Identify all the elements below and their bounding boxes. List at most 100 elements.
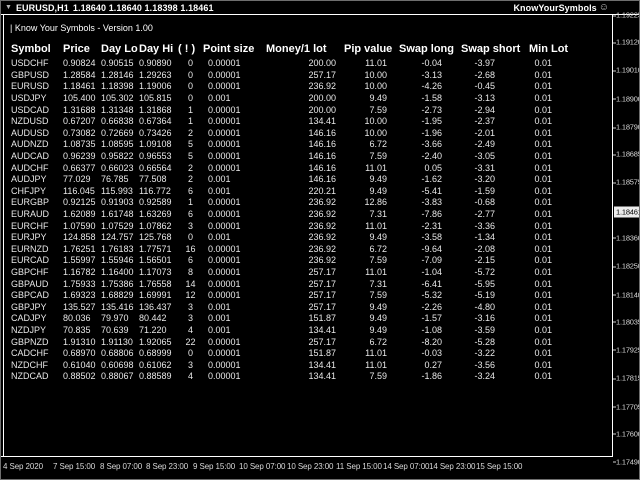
value-cell: -0.04 [421,58,442,69]
value-cell: -1.08 [421,324,442,335]
time-axis-label: 8 Sep 07:00 [100,462,143,471]
value-cell: -1.62 [421,174,442,185]
value-cell: 0.67207 [63,116,96,127]
value-cell: 0.91903 [101,197,134,208]
symbol-cell: AUDNZD [11,139,49,150]
table-row: EURJPY 124.858 124.757 125.768 0 0.001 236.92 9… [11,232,552,244]
value-cell: 7.59 [369,371,387,382]
value-cell: 9.49 [369,185,387,196]
column-header: Money/1 lot [266,43,327,55]
value-cell: 257.17 [308,69,336,80]
value-cell: 1.09108 [139,139,172,150]
value-cell: 0.90824 [63,58,96,69]
value-cell: 0.01 [534,58,552,69]
value-cell: 257.17 [308,290,336,301]
time-axis-label: 14 Sep 23:00 [429,462,476,471]
column-header: Swap long [399,43,454,55]
value-cell: 7.59 [369,290,387,301]
value-cell: 11.01 [365,162,387,173]
value-cell: 1.91130 [101,336,133,347]
value-cell: 0 [187,69,193,80]
symbol-cell: GBPJPY [11,301,47,312]
table-row: USDJPY 105.400 105.302 105.815 0 0.001 200.00 9… [11,93,552,105]
value-cell: 0.00001 [208,209,241,220]
symbol-cell: NZDUSD [11,116,49,127]
value-cell: -2.15 [474,255,495,266]
value-cell: 77.029 [63,174,91,185]
symbol-cell: NZDCAD [11,371,49,382]
value-cell: 79.970 [101,313,129,324]
value-cell: 7.31 [369,278,387,289]
symbol-cell: NZDCHF [11,359,48,370]
time-axis[interactable]: 4 Sep 2020 7 Sep 15:00 8 Sep 07:00 8 Sep 23… [1,457,612,479]
value-cell: 134.41 [308,371,336,382]
value-cell: -2.40 [421,151,442,162]
value-cell: 1.62089 [63,209,96,220]
price-axis-label: 1.18250 [613,261,640,271]
table-row: EURUSD 1.18461 1.18398 1.19006 0 0.00001 236.9… [11,81,552,93]
value-cell: 7.59 [369,104,387,115]
value-cell: 1.76558 [139,278,172,289]
value-cell: 1.91310 [63,336,96,347]
table-row: GBPJPY 135.527 135.416 136.437 3 0.001 257.17 9… [11,301,552,313]
time-axis-label: 4 Sep 2020 [3,462,43,471]
value-cell: -3.56 [474,359,495,370]
value-cell: 135.527 [63,301,96,312]
table-row: NZDCHF 0.61040 0.60698 0.61062 3 0.00001 134.4… [11,359,552,371]
value-cell: 0.01 [534,371,552,382]
value-cell: 3 [187,220,193,231]
value-cell: 0.01 [534,255,552,266]
value-cell: 0.27 [424,359,442,370]
value-cell: 257.17 [308,336,336,347]
table-row: EURNZD 1.76251 1.76183 1.77571 16 0.00001 236.… [11,244,552,256]
value-cell: 0.68999 [139,348,172,359]
value-cell: -2.01 [474,127,495,138]
chart-title-bar[interactable]: ▼ EURUSD,H1 1.18640 1.18640 1.18398 1.18… [1,1,639,15]
table-row: EURGBP 0.92125 0.91903 0.92589 1 0.00001 236.9… [11,197,552,209]
value-cell: -2.26 [421,301,442,312]
value-cell: 124.757 [101,232,134,243]
value-cell: -1.58 [421,93,442,104]
value-cell: 0.01 [534,290,552,301]
price-axis-label: 1.17925 [613,345,640,355]
value-cell: 200.00 [308,104,336,115]
price-axis-label: 1.18575 [613,177,640,187]
value-cell: 1 [187,197,193,208]
symbol-cell: EURCHF [11,220,49,231]
value-cell: 9.49 [369,174,387,185]
value-cell: 0.00001 [208,336,241,347]
value-cell: 1.29263 [139,69,172,80]
value-cell: 0.88589 [139,371,172,382]
value-cell: -2.37 [474,116,495,127]
table-row: GBPCHF 1.16782 1.16400 1.17073 8 0.00001 257.1… [11,267,552,279]
column-header: Min Lot [529,43,569,55]
value-cell: 2 [187,127,193,138]
value-cell: 4 [187,371,193,382]
value-cell: 125.768 [139,232,172,243]
value-cell: 0.01 [534,278,552,289]
chart-dropdown-icon[interactable]: ▼ [5,1,12,14]
ea-smiley-icon[interactable]: ☺ [599,2,609,13]
value-cell: 0.00001 [208,162,241,173]
column-header: Pip value [344,43,393,55]
value-cell: 0.01 [534,162,552,173]
value-cell: 1.69991 [139,290,172,301]
value-cell: 1.77571 [139,243,172,254]
value-cell: 200.00 [308,58,336,69]
value-cell: 9.49 [369,324,387,335]
value-cell: 80.442 [139,313,167,324]
value-cell: 0.01 [534,243,552,254]
value-cell: -1.95 [421,116,442,127]
table-row: CADCHF 0.68970 0.68806 0.68999 0 0.00001 151.8… [11,348,552,360]
value-cell: 9.49 [369,313,387,324]
value-cell: -3.83 [421,197,442,208]
value-cell: 1.56501 [139,255,172,266]
table-row: NZDJPY 70.835 70.639 71.220 4 0.001 134.41 9.49… [11,325,552,337]
value-cell: 0.05 [424,162,442,173]
value-cell: 71.220 [139,324,167,335]
value-cell: 0.00001 [208,348,241,359]
value-cell: 0.95822 [101,151,134,162]
value-cell: 2 [187,162,193,173]
price-axis[interactable]: 1.19225 1.19120 1.19010 1.18900 1.18790 1.186… [613,1,640,479]
value-cell: 0.73426 [139,127,172,138]
